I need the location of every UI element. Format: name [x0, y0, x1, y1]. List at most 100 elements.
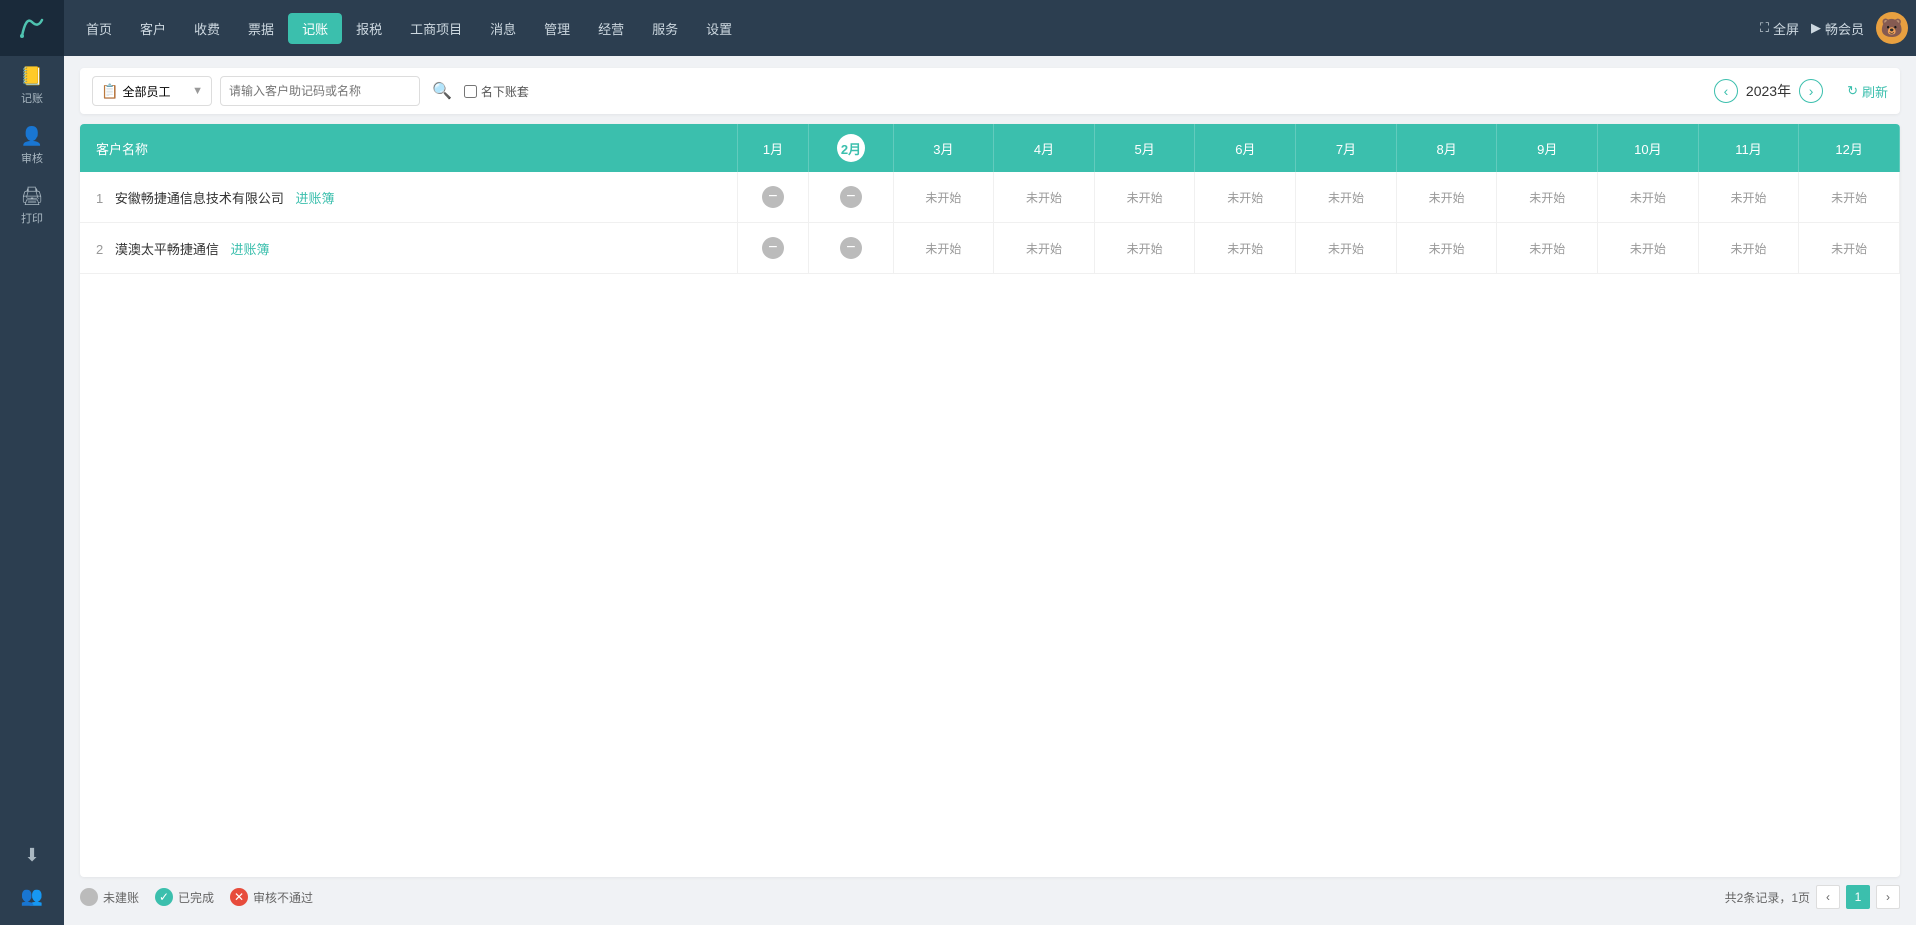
- cell-month-5: 未开始: [1094, 223, 1195, 274]
- enter-ledger-link[interactable]: 进账簿: [231, 242, 270, 257]
- legend-completed: ✓ 已完成: [155, 888, 214, 906]
- status-not-started: 未开始: [1127, 191, 1163, 205]
- nav-tax[interactable]: 报税: [342, 13, 396, 44]
- col-m5: 5月: [1094, 124, 1195, 172]
- nav-billing[interactable]: 收费: [180, 13, 234, 44]
- sidebar-item-label: 打印: [21, 210, 43, 226]
- search-input[interactable]: [220, 76, 420, 106]
- download-icon: ⬇: [24, 845, 39, 866]
- year-label: 2023年: [1746, 81, 1791, 101]
- nav-bookkeeping[interactable]: 记账: [288, 13, 342, 44]
- data-table: 客户名称 1月 2月 3月 4月 5月 6月 7月 8月 9月 10月 11月 …: [80, 124, 1900, 274]
- cell-month-10: 未开始: [1598, 223, 1699, 274]
- nav-right: ⛶ 全屏 ▶ 畅会员 🐻: [1760, 12, 1908, 44]
- records-count: 共2条记录，1页: [1725, 889, 1810, 906]
- status-not-started: 未开始: [1227, 242, 1263, 256]
- cell-month-9: 未开始: [1497, 223, 1598, 274]
- my-accounts-checkbox-label[interactable]: 名下账套: [464, 83, 529, 100]
- fullscreen-icon: ⛶: [1760, 20, 1769, 36]
- bookkeeping-icon: 📒: [21, 66, 43, 87]
- legend-not-created-label: 未建账: [103, 889, 139, 906]
- nav-operations[interactable]: 经营: [584, 13, 638, 44]
- cell-month-10: 未开始: [1598, 172, 1699, 223]
- sidebar-item-download[interactable]: ⬇: [0, 835, 64, 876]
- status-not-started: 未开始: [1328, 191, 1364, 205]
- next-year-button[interactable]: ›: [1799, 79, 1823, 103]
- cell-name: 2 漠澳太平畅捷通信 进账簿: [80, 223, 737, 274]
- col-m10: 10月: [1598, 124, 1699, 172]
- fullscreen-button[interactable]: ⛶ 全屏: [1760, 19, 1799, 38]
- status-not-started: 未开始: [1630, 242, 1666, 256]
- col-m4: 4月: [994, 124, 1095, 172]
- sidebar-item-label: 记账: [21, 90, 43, 106]
- cell-month-8: 未开始: [1396, 223, 1497, 274]
- cell-month-5: 未开始: [1094, 172, 1195, 223]
- nav-settings[interactable]: 设置: [692, 13, 746, 44]
- cell-month-4: 未开始: [994, 172, 1095, 223]
- table-body: 1 安徽畅捷通信息技术有限公司 进账簿 −−未开始未开始未开始未开始未开始未开始…: [80, 172, 1900, 274]
- col-m2: 2月: [809, 124, 893, 172]
- nav-message[interactable]: 消息: [476, 13, 530, 44]
- status-not-started: 未开始: [1429, 242, 1465, 256]
- dropdown-arrow-icon: ▼: [192, 85, 203, 97]
- next-page-button[interactable]: ›: [1876, 885, 1900, 909]
- status-not-started: 未开始: [1026, 242, 1062, 256]
- col-m7: 7月: [1296, 124, 1397, 172]
- nav-home[interactable]: 首页: [72, 13, 126, 44]
- support-icon: 👥: [21, 886, 43, 907]
- sidebar-item-support[interactable]: 👥: [0, 876, 64, 917]
- vip-button[interactable]: ▶ 畅会员: [1811, 19, 1864, 38]
- prev-page-button[interactable]: ‹: [1816, 885, 1840, 909]
- user-avatar[interactable]: 🐻: [1876, 12, 1908, 44]
- employee-select[interactable]: 📋 全部员工 ▼: [92, 76, 212, 106]
- nav-management[interactable]: 管理: [530, 13, 584, 44]
- cell-month-12: 未开始: [1799, 223, 1900, 274]
- cell-month-7: 未开始: [1296, 172, 1397, 223]
- cell-month-8: 未开始: [1396, 172, 1497, 223]
- legend-red-dot: ✕: [230, 888, 248, 906]
- cell-month-9: 未开始: [1497, 172, 1598, 223]
- footer: 未建账 ✓ 已完成 ✕ 审核不通过 共2条记录，1页 ‹ 1 ›: [80, 877, 1900, 913]
- vip-icon: ▶: [1811, 20, 1821, 36]
- col-m6: 6月: [1195, 124, 1296, 172]
- enter-ledger-link[interactable]: 进账簿: [296, 191, 335, 206]
- nav-business[interactable]: 工商项目: [396, 13, 476, 44]
- col-m11: 11月: [1698, 124, 1799, 172]
- page-1-button[interactable]: 1: [1846, 885, 1870, 909]
- sidebar: 📒 记账 👤 审核 🖨 打印 ⬇ 👥: [0, 0, 64, 925]
- status-not-created: −: [762, 237, 784, 259]
- my-accounts-checkbox[interactable]: [464, 85, 477, 98]
- sidebar-item-audit[interactable]: 👤 审核: [0, 116, 64, 176]
- status-not-created: −: [762, 186, 784, 208]
- year-nav: ‹ 2023年 ›: [1714, 79, 1823, 103]
- col-name: 客户名称: [80, 124, 737, 172]
- legend-grey-dot: [80, 888, 98, 906]
- row-number: 2: [96, 242, 103, 257]
- cell-month-3: 未开始: [893, 172, 994, 223]
- status-not-started: 未开始: [925, 242, 961, 256]
- pagination-area: 共2条记录，1页 ‹ 1 ›: [1725, 885, 1900, 909]
- status-not-started: 未开始: [1831, 242, 1867, 256]
- refresh-button[interactable]: ↻ 刷新: [1847, 82, 1888, 101]
- col-m12: 12月: [1799, 124, 1900, 172]
- nav-invoice[interactable]: 票据: [234, 13, 288, 44]
- search-button[interactable]: 🔍: [428, 81, 456, 101]
- status-not-started: 未开始: [1328, 242, 1364, 256]
- status-not-created: −: [840, 186, 862, 208]
- nav-service[interactable]: 服务: [638, 13, 692, 44]
- legend-rejected: ✕ 审核不通过: [230, 888, 313, 906]
- status-not-started: 未开始: [1630, 191, 1666, 205]
- sidebar-item-bookkeeping[interactable]: 📒 记账: [0, 56, 64, 116]
- nav-customer[interactable]: 客户: [126, 13, 180, 44]
- status-not-started: 未开始: [1831, 191, 1867, 205]
- table-row: 2 漠澳太平畅捷通信 进账簿 − − 未开始 未开始 未开始 未开始 未开始 未开始 未开始 未开…: [80, 223, 1900, 274]
- sidebar-item-print[interactable]: 🖨 打印: [0, 176, 64, 236]
- cell-month-1: −: [737, 172, 809, 223]
- cell-month-2: −: [809, 223, 893, 274]
- cell-month-1: −: [737, 223, 809, 274]
- status-not-created: −: [840, 237, 862, 259]
- cell-month-6: 未开始: [1195, 172, 1296, 223]
- prev-year-button[interactable]: ‹: [1714, 79, 1738, 103]
- status-not-started: 未开始: [1429, 191, 1465, 205]
- col-m1: 1月: [737, 124, 809, 172]
